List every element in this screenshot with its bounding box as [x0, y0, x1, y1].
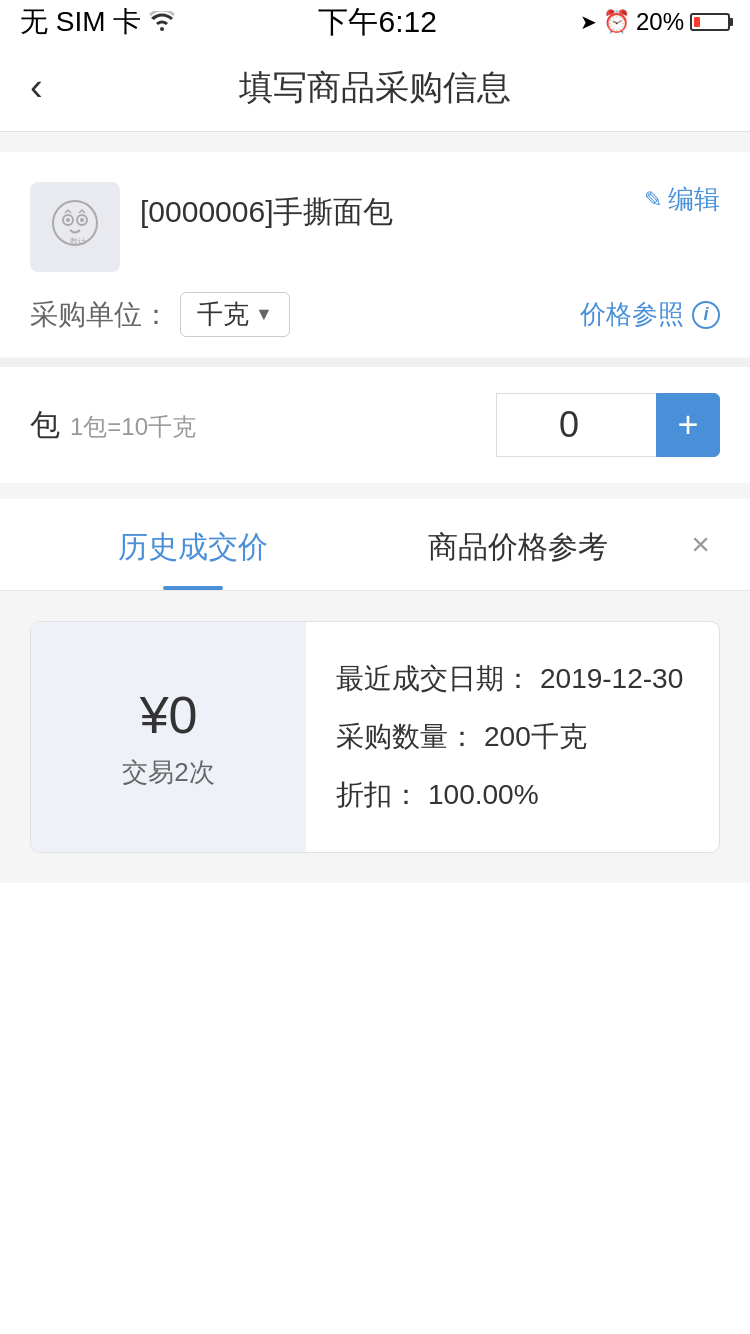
recent-date-row: 最近成交日期： 2019-12-30 [336, 658, 689, 700]
status-time: 下午6:12 [318, 2, 436, 43]
battery-percent: 20% [636, 8, 684, 36]
chevron-down-icon: ▼ [255, 304, 273, 325]
product-left: 数计 [0000006]手撕面包 [30, 182, 393, 272]
status-bar: 无 SIM 卡 下午6:12 ➤ ⏰ 20% [0, 0, 750, 44]
edit-button[interactable]: ✎ 编辑 [644, 182, 720, 217]
product-section: 数计 [0000006]手撕面包 ✎ 编辑 采购单位： 千克 ▼ 价格参照 [0, 152, 750, 357]
back-button[interactable]: ‹ [20, 56, 53, 119]
unit-conversion: 1包=10千克 [70, 411, 196, 443]
nav-bar: ‹ 填写商品采购信息 [0, 44, 750, 132]
svg-text:数计: 数计 [70, 237, 86, 246]
page-title: 填写商品采购信息 [239, 65, 511, 111]
quantity-plus-button[interactable]: + [656, 393, 720, 457]
price-card-section: ¥0 交易2次 最近成交日期： 2019-12-30 采购数量： 200千克 折… [0, 591, 750, 883]
tab-underline [163, 586, 223, 590]
product-unit-row: 采购单位： 千克 ▼ 价格参照 i [30, 292, 720, 337]
tab-section: 历史成交价 商品价格参考 × ¥0 交易2次 最近成交日期： 2019-12-3… [0, 499, 750, 883]
battery-fill [694, 17, 700, 27]
svg-point-4 [80, 218, 84, 222]
price-value: ¥0 [140, 685, 198, 745]
price-card: ¥0 交易2次 最近成交日期： 2019-12-30 采购数量： 200千克 折… [30, 621, 720, 853]
quantity-row: 采购数量： 200千克 [336, 716, 689, 758]
price-ref-button[interactable]: 价格参照 i [580, 297, 720, 332]
unit-big-label: 包 [30, 405, 60, 446]
quantity-input[interactable] [496, 393, 656, 457]
alarm-icon: ⏰ [603, 9, 630, 35]
tab-history-price[interactable]: 历史成交价 [30, 499, 356, 590]
price-card-right: 最近成交日期： 2019-12-30 采购数量： 200千克 折扣： 100.0… [306, 622, 719, 852]
product-info: [0000006]手撕面包 [140, 182, 393, 233]
unit-label: 采购单位： [30, 296, 170, 334]
svg-point-3 [66, 218, 70, 222]
status-carrier: 无 SIM 卡 [20, 3, 175, 41]
discount-row: 折扣： 100.00% [336, 774, 689, 816]
product-name: [0000006]手撕面包 [140, 192, 393, 233]
quantity-section: 包 1包=10千克 + [0, 359, 750, 483]
tab-header: 历史成交价 商品价格参考 × [0, 499, 750, 591]
product-header: 数计 [0000006]手撕面包 ✎ 编辑 [30, 182, 720, 272]
location-icon: ➤ [580, 10, 597, 34]
product-thumbnail: 数计 [30, 182, 120, 272]
battery-icon [690, 13, 730, 31]
status-right: ➤ ⏰ 20% [580, 8, 730, 36]
info-icon: i [692, 301, 720, 329]
price-card-left: ¥0 交易2次 [31, 622, 306, 852]
edit-icon: ✎ [644, 187, 662, 213]
unit-info: 包 1包=10千克 [30, 405, 496, 446]
quantity-controls: + [496, 393, 720, 457]
product-image-icon: 数计 [50, 198, 100, 257]
empty-content-area [0, 883, 750, 1334]
tab-product-price-ref[interactable]: 商品价格参考 [356, 499, 682, 590]
trade-count: 交易2次 [122, 755, 214, 790]
tab-close-button[interactable]: × [681, 516, 720, 573]
carrier-text: 无 SIM 卡 [20, 3, 141, 41]
wifi-icon [149, 6, 175, 38]
unit-select[interactable]: 千克 ▼ [180, 292, 290, 337]
